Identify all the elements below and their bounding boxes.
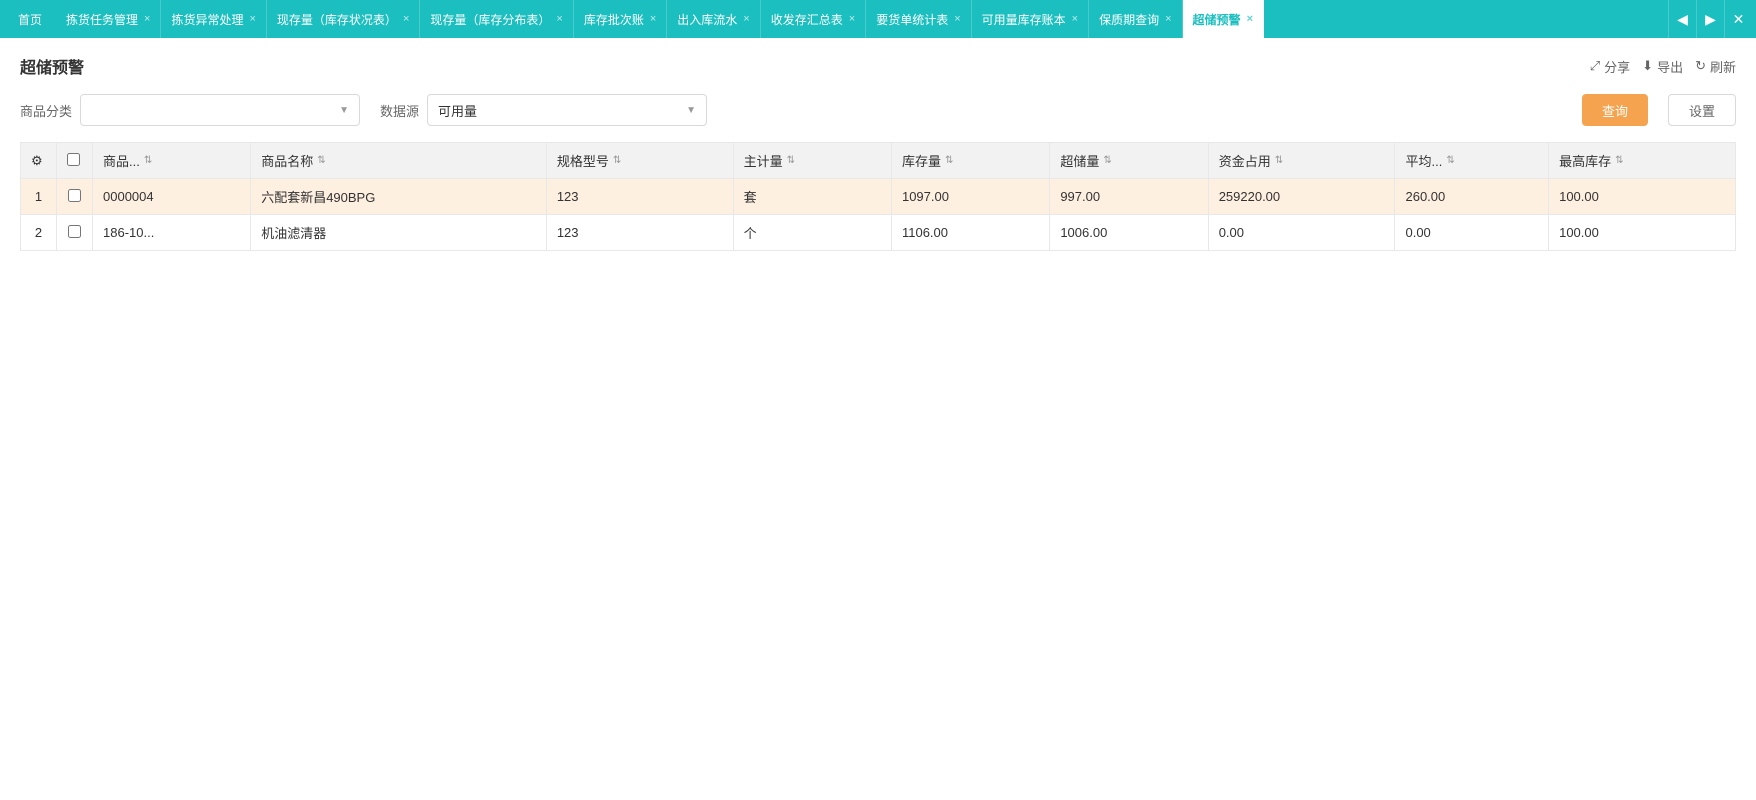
page-title: 超储预警 — [20, 54, 84, 78]
datasource-chevron-icon: ▼ — [686, 105, 696, 116]
th-capital[interactable]: 资金占用 ⇅ — [1208, 143, 1395, 179]
row-index: 2 — [21, 215, 57, 251]
row-capital: 0.00 — [1208, 215, 1395, 251]
category-chevron-icon: ▼ — [339, 105, 349, 116]
tab-lh-abnormal[interactable]: 拣货异常处理 × — [161, 0, 266, 38]
tab-usable-account[interactable]: 可用量库存账本 × — [972, 0, 1089, 38]
row-code: 0000004 — [93, 179, 251, 215]
close-tab-usable-account[interactable]: × — [1072, 13, 1078, 25]
row-avg: 260.00 — [1395, 179, 1549, 215]
row-unit: 套 — [733, 179, 891, 215]
share-icon: ⤢ — [1590, 58, 1600, 74]
th-maxstock[interactable]: 最高库存 ⇅ — [1549, 143, 1736, 179]
gear-icon: ⚙ — [31, 153, 43, 168]
tab-collect[interactable]: 收发存汇总表 × — [761, 0, 866, 38]
th-overstock[interactable]: 超储量 ⇅ — [1050, 143, 1208, 179]
row-overstock: 997.00 — [1050, 179, 1208, 215]
close-tab-stock-dist[interactable]: × — [556, 13, 562, 25]
tab-lh-mgmt[interactable]: 拣货任务管理 × — [56, 0, 161, 38]
tab-batch[interactable]: 库存批次账 × — [574, 0, 667, 38]
datasource-select-value: 可用量 — [438, 101, 477, 120]
data-table: ⚙ 商品... ⇅ 商品名称 ⇅ — [20, 142, 1736, 251]
th-name[interactable]: 商品名称 ⇅ — [251, 143, 547, 179]
tab-expiry[interactable]: 保质期查询 × — [1089, 0, 1182, 38]
row-maxstock: 100.00 — [1549, 179, 1736, 215]
close-tab-lh-mgmt[interactable]: × — [144, 13, 150, 25]
tab-stock-status[interactable]: 现存量（库存状况表） × — [267, 0, 420, 38]
category-label: 商品分类 — [20, 101, 72, 120]
sort-icon-name: ⇅ — [317, 155, 325, 166]
nav-arrow-right[interactable]: ▶ — [1696, 0, 1724, 38]
row-avg: 0.00 — [1395, 215, 1549, 251]
th-spec[interactable]: 规格型号 ⇅ — [546, 143, 733, 179]
tab-stock-dist[interactable]: 现存量（库存分布表） × — [420, 0, 573, 38]
close-tab-overstock[interactable]: × — [1247, 13, 1253, 25]
row-unit: 个 — [733, 215, 891, 251]
tab-order-stat[interactable]: 要货单统计表 × — [866, 0, 971, 38]
query-button[interactable]: 查询 — [1582, 94, 1648, 126]
row-spec: 123 — [546, 215, 733, 251]
sort-icon-maxstock: ⇅ — [1615, 155, 1623, 166]
row-index: 1 — [21, 179, 57, 215]
nav-close[interactable]: ✕ — [1724, 0, 1752, 38]
row-spec: 123 — [546, 179, 733, 215]
th-unit[interactable]: 主计量 ⇅ — [733, 143, 891, 179]
select-all-checkbox[interactable] — [67, 153, 80, 166]
row-checkbox-cell[interactable] — [57, 215, 93, 251]
close-tab-order-stat[interactable]: × — [954, 13, 960, 25]
close-tab-expiry[interactable]: × — [1165, 13, 1171, 25]
row-name: 机油滤清器 — [251, 215, 547, 251]
nav-arrows: ◀ ▶ ✕ — [1668, 0, 1752, 38]
top-navigation: 首页 拣货任务管理 × 拣货异常处理 × 现存量（库存状况表） × 现存量（库存… — [0, 0, 1756, 38]
refresh-icon: ↻ — [1695, 58, 1706, 74]
row-checkbox[interactable] — [68, 225, 81, 238]
datasource-select[interactable]: 可用量 ▼ — [427, 94, 707, 126]
th-avg[interactable]: 平均... ⇅ — [1395, 143, 1549, 179]
sort-icon-stock: ⇅ — [945, 155, 953, 166]
sort-icon-spec: ⇅ — [613, 155, 621, 166]
row-code: 186-10... — [93, 215, 251, 251]
row-maxstock: 100.00 — [1549, 215, 1736, 251]
th-stock[interactable]: 库存量 ⇅ — [891, 143, 1049, 179]
th-settings[interactable]: ⚙ — [21, 143, 57, 179]
settings-button[interactable]: 设置 — [1668, 94, 1736, 126]
filter-category: 商品分类 ▼ — [20, 94, 360, 126]
nav-home[interactable]: 首页 — [4, 0, 56, 38]
page-container: 超储预警 ⤢ 分享 ⬇ 导出 ↻ 刷新 商品分类 ▼ 数据源 — [0, 38, 1756, 800]
row-checkbox[interactable] — [68, 189, 81, 202]
export-button[interactable]: ⬇ 导出 — [1642, 57, 1683, 76]
close-tab-batch[interactable]: × — [650, 13, 656, 25]
share-button[interactable]: ⤢ 分享 — [1590, 57, 1630, 76]
datasource-label: 数据源 — [380, 101, 419, 120]
filter-datasource: 数据源 可用量 ▼ — [380, 94, 707, 126]
sort-icon-avg: ⇅ — [1446, 155, 1454, 166]
table-row: 2 186-10... 机油滤清器 123 个 1106.00 1006.00 … — [21, 215, 1736, 251]
row-checkbox-cell[interactable] — [57, 179, 93, 215]
row-overstock: 1006.00 — [1050, 215, 1208, 251]
tab-inout[interactable]: 出入库流水 × — [667, 0, 760, 38]
close-tab-collect[interactable]: × — [849, 13, 855, 25]
sort-icon-code: ⇅ — [144, 155, 152, 166]
tab-overstock[interactable]: 超储预警 × — [1183, 0, 1264, 38]
row-stock: 1097.00 — [891, 179, 1049, 215]
export-icon: ⬇ — [1642, 58, 1653, 74]
filter-bar: 商品分类 ▼ 数据源 可用量 ▼ 查询 设置 — [20, 94, 1736, 126]
category-select[interactable]: ▼ — [80, 94, 360, 126]
close-tab-lh-abnormal[interactable]: × — [249, 13, 255, 25]
sort-icon-unit: ⇅ — [787, 155, 795, 166]
header-actions: ⤢ 分享 ⬇ 导出 ↻ 刷新 — [1590, 57, 1736, 76]
nav-arrow-left[interactable]: ◀ — [1668, 0, 1696, 38]
sort-icon-capital: ⇅ — [1275, 155, 1283, 166]
table-row: 1 0000004 六配套新昌490BPG 123 套 1097.00 997.… — [21, 179, 1736, 215]
close-tab-stock-status[interactable]: × — [403, 13, 409, 25]
row-name: 六配套新昌490BPG — [251, 179, 547, 215]
th-code[interactable]: 商品... ⇅ — [93, 143, 251, 179]
sort-icon-overstock: ⇅ — [1103, 155, 1111, 166]
row-capital: 259220.00 — [1208, 179, 1395, 215]
th-checkbox[interactable] — [57, 143, 93, 179]
refresh-button[interactable]: ↻ 刷新 — [1695, 57, 1736, 76]
close-tab-inout[interactable]: × — [743, 13, 749, 25]
page-header: 超储预警 ⤢ 分享 ⬇ 导出 ↻ 刷新 — [20, 54, 1736, 78]
row-stock: 1106.00 — [891, 215, 1049, 251]
